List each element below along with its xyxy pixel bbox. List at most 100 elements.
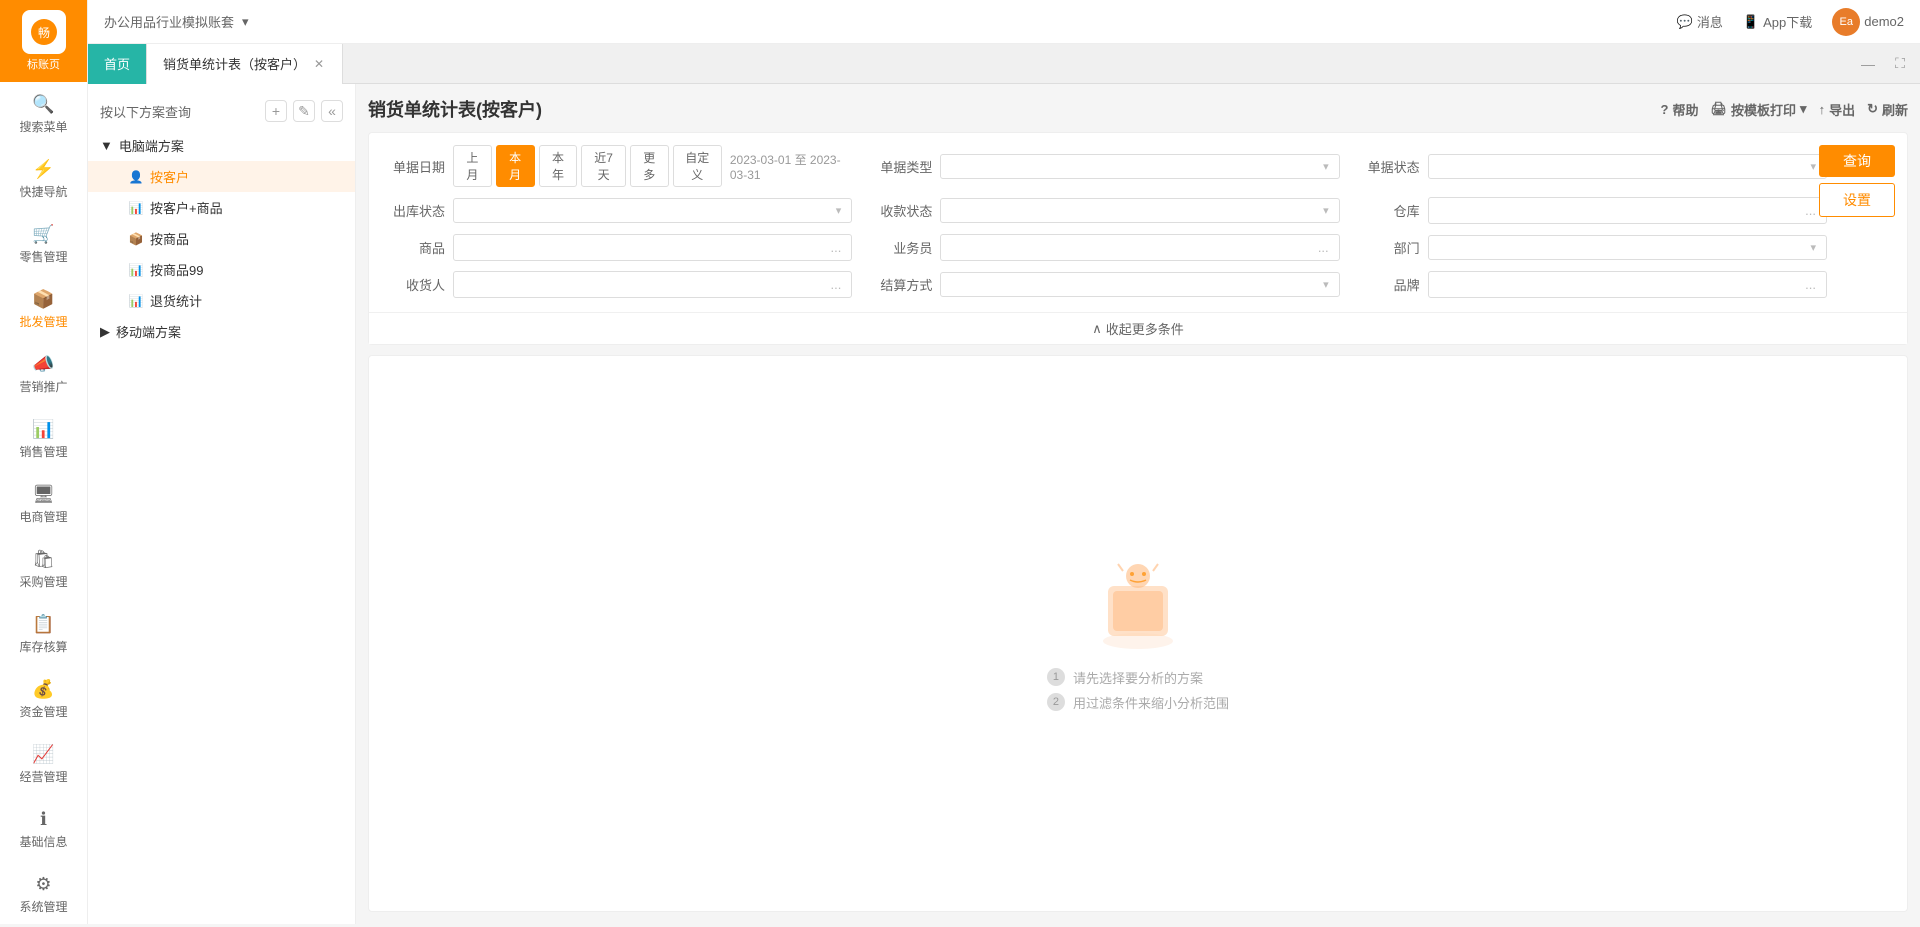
tree-item-by-goods99[interactable]: 📊 按商品99 [88, 254, 355, 285]
sidebar-item-purchase[interactable]: 🛍 采购管理 [0, 537, 87, 602]
date-label: 单据日期 [381, 157, 445, 176]
sidebar-item-sales[interactable]: 📊 销售管理 [0, 407, 87, 472]
query-button[interactable]: 查询 [1819, 145, 1895, 177]
empty-illustration [1078, 556, 1198, 656]
app-logo[interactable]: 畅 标账页 [0, 0, 87, 82]
receiver-select[interactable]: ... [453, 271, 852, 298]
tab-report[interactable]: 销货单统计表（按客户） ✕ [147, 44, 343, 84]
tree-item-return-stats[interactable]: 📊 退货统计 [88, 285, 355, 316]
empty-hint-1: 1 请先选择要分析的方案 [1047, 668, 1229, 687]
maximize-button[interactable]: ⛶ [1888, 52, 1912, 76]
action-buttons: 查询 设置 [1819, 145, 1895, 217]
doc-type-arrow: ▾ [1323, 160, 1329, 173]
doc-status-filter-cell: 单据状态 ▾ [1356, 154, 1827, 179]
tree-item-by-goods[interactable]: 📦 按商品 [88, 223, 355, 254]
lightning-icon: ⚡ [32, 159, 54, 180]
export-label: 导出 [1829, 100, 1855, 119]
sidebar-item-retail[interactable]: 🛒 零售管理 [0, 212, 87, 277]
collect-status-arrow: ▾ [1323, 204, 1329, 217]
dept-select[interactable]: ▾ [1428, 235, 1827, 260]
doc-status-select[interactable]: ▾ [1428, 154, 1827, 179]
sidebar-item-finance[interactable]: 💰 资金管理 [0, 667, 87, 732]
return-icon: 📊 [128, 293, 144, 309]
doc-status-arrow: ▾ [1810, 160, 1816, 173]
message-button[interactable]: 💬 消息 [1677, 12, 1723, 31]
minimize-button[interactable]: — [1856, 52, 1880, 76]
tree-item-by-goods99-label: 按商品99 [150, 260, 203, 279]
last7days-btn[interactable]: 近7天 [581, 145, 626, 187]
tree-item-by-goods-label: 按商品 [150, 229, 189, 248]
salesperson-select[interactable]: ... [940, 234, 1339, 261]
sidebar-item-ecommerce[interactable]: 🖥 电商管理 [0, 472, 87, 537]
this-year-btn[interactable]: 本年 [539, 145, 578, 187]
topbar-title-text: 办公用品行业模拟账套 [104, 12, 234, 31]
user-menu[interactable]: Ea demo2 [1832, 8, 1904, 36]
avatar: Ea [1832, 8, 1860, 36]
tree-mobile-section[interactable]: ▶ 移动端方案 [88, 316, 355, 347]
collapse-panel-button[interactable]: « [321, 100, 343, 122]
tree-item-by-customer-goods[interactable]: 📊 按客户+商品 [88, 192, 355, 223]
date-range-text: 2023-03-01 至 2023-03-31 [730, 151, 852, 182]
print-dropdown-icon: ▾ [1800, 101, 1807, 117]
print-button[interactable]: 🖨 按模板打印 ▾ [1711, 100, 1807, 119]
page-title: 销货单统计表(按客户) [368, 96, 542, 122]
sidebar-item-marketing[interactable]: 📣 营销推广 [0, 342, 87, 407]
collapse-label: 收起更多条件 [1106, 319, 1184, 338]
help-button[interactable]: ? 帮助 [1661, 100, 1699, 119]
warehouse-filter-cell: 仓库 ... [1356, 197, 1827, 224]
app-download-button[interactable]: 📱 App下载 [1743, 12, 1812, 31]
tree-item-by-customer[interactable]: 👤 按客户 [88, 161, 355, 192]
last-month-btn[interactable]: 上月 [453, 145, 492, 187]
customer-icon: 👤 [128, 169, 144, 185]
tree-mobile-expand-icon: ▶ [100, 324, 110, 340]
goods-select[interactable]: ... [453, 234, 852, 261]
hint-num-1: 1 [1047, 668, 1065, 686]
settle-select[interactable]: ▾ [940, 272, 1339, 297]
receiver-filter-cell: 收货人 ... [381, 271, 852, 298]
edit-scheme-button[interactable]: ✎ [293, 100, 315, 122]
avatar-text: Ea [1840, 16, 1853, 28]
sidebar-item-system[interactable]: ⚙ 系统管理 [0, 862, 87, 927]
logo-text: 标账页 [27, 56, 60, 72]
tab-close-icon[interactable]: ✕ [312, 55, 326, 73]
megaphone-icon: 📣 [32, 354, 54, 375]
brand-select[interactable]: ... [1428, 271, 1827, 298]
refresh-button[interactable]: ↻ 刷新 [1867, 100, 1908, 119]
sidebar-item-inventory-label: 库存核算 [19, 638, 67, 655]
sidebar-item-inventory[interactable]: 📋 库存核算 [0, 602, 87, 667]
export-button[interactable]: ↑ 导出 [1819, 100, 1856, 119]
help-icon: ? [1661, 102, 1669, 117]
doc-type-select[interactable]: ▾ [940, 154, 1339, 179]
tab-home[interactable]: 首页 [88, 44, 147, 84]
sidebar-item-wholesale[interactable]: 📦 批发管理 [0, 277, 87, 342]
brand-label: 品牌 [1356, 275, 1420, 294]
content-area: 按以下方案查询 + ✎ « ▼ 电脑端方案 👤 按客户 📊 按客户+商品 [88, 84, 1920, 924]
sidebar-item-basic[interactable]: ℹ 基础信息 [0, 797, 87, 862]
out-status-label: 出库状态 [381, 201, 445, 220]
refresh-label: 刷新 [1882, 100, 1908, 119]
custom-btn[interactable]: 自定义 [673, 145, 722, 187]
tree-desktop-section[interactable]: ▼ 电脑端方案 [88, 130, 355, 161]
sidebar-item-search[interactable]: 🔍 搜索菜单 [0, 82, 87, 147]
out-status-filter-cell: 出库状态 ▾ [381, 198, 852, 223]
warehouse-select[interactable]: ... [1428, 197, 1827, 224]
sidebar-item-quicknav[interactable]: ⚡ 快捷导航 [0, 147, 87, 212]
app-icon: 📱 [1743, 14, 1759, 30]
report-tab-label: 销货单统计表（按客户） [163, 54, 306, 73]
goods-dots: ... [830, 240, 841, 255]
sidebar-item-purchase-label: 采购管理 [19, 573, 67, 590]
collect-status-select[interactable]: ▾ [940, 198, 1339, 223]
dept-filter-cell: 部门 ▾ [1356, 235, 1827, 260]
this-month-btn[interactable]: 本月 [496, 145, 535, 187]
app-label: App下载 [1763, 12, 1812, 31]
collapse-bar[interactable]: ∧ 收起更多条件 [369, 312, 1907, 344]
sidebar-item-quicknav-label: 快捷导航 [19, 183, 67, 200]
more-btn[interactable]: 更多 [630, 145, 669, 187]
sidebar-item-operations[interactable]: 📈 经营管理 [0, 732, 87, 797]
add-scheme-button[interactable]: + [265, 100, 287, 122]
settings-button[interactable]: 设置 [1819, 183, 1895, 217]
dept-arrow: ▾ [1810, 241, 1816, 254]
topbar-title[interactable]: 办公用品行业模拟账套 ▾ [104, 12, 249, 31]
username: demo2 [1864, 14, 1904, 29]
out-status-select[interactable]: ▾ [453, 198, 852, 223]
